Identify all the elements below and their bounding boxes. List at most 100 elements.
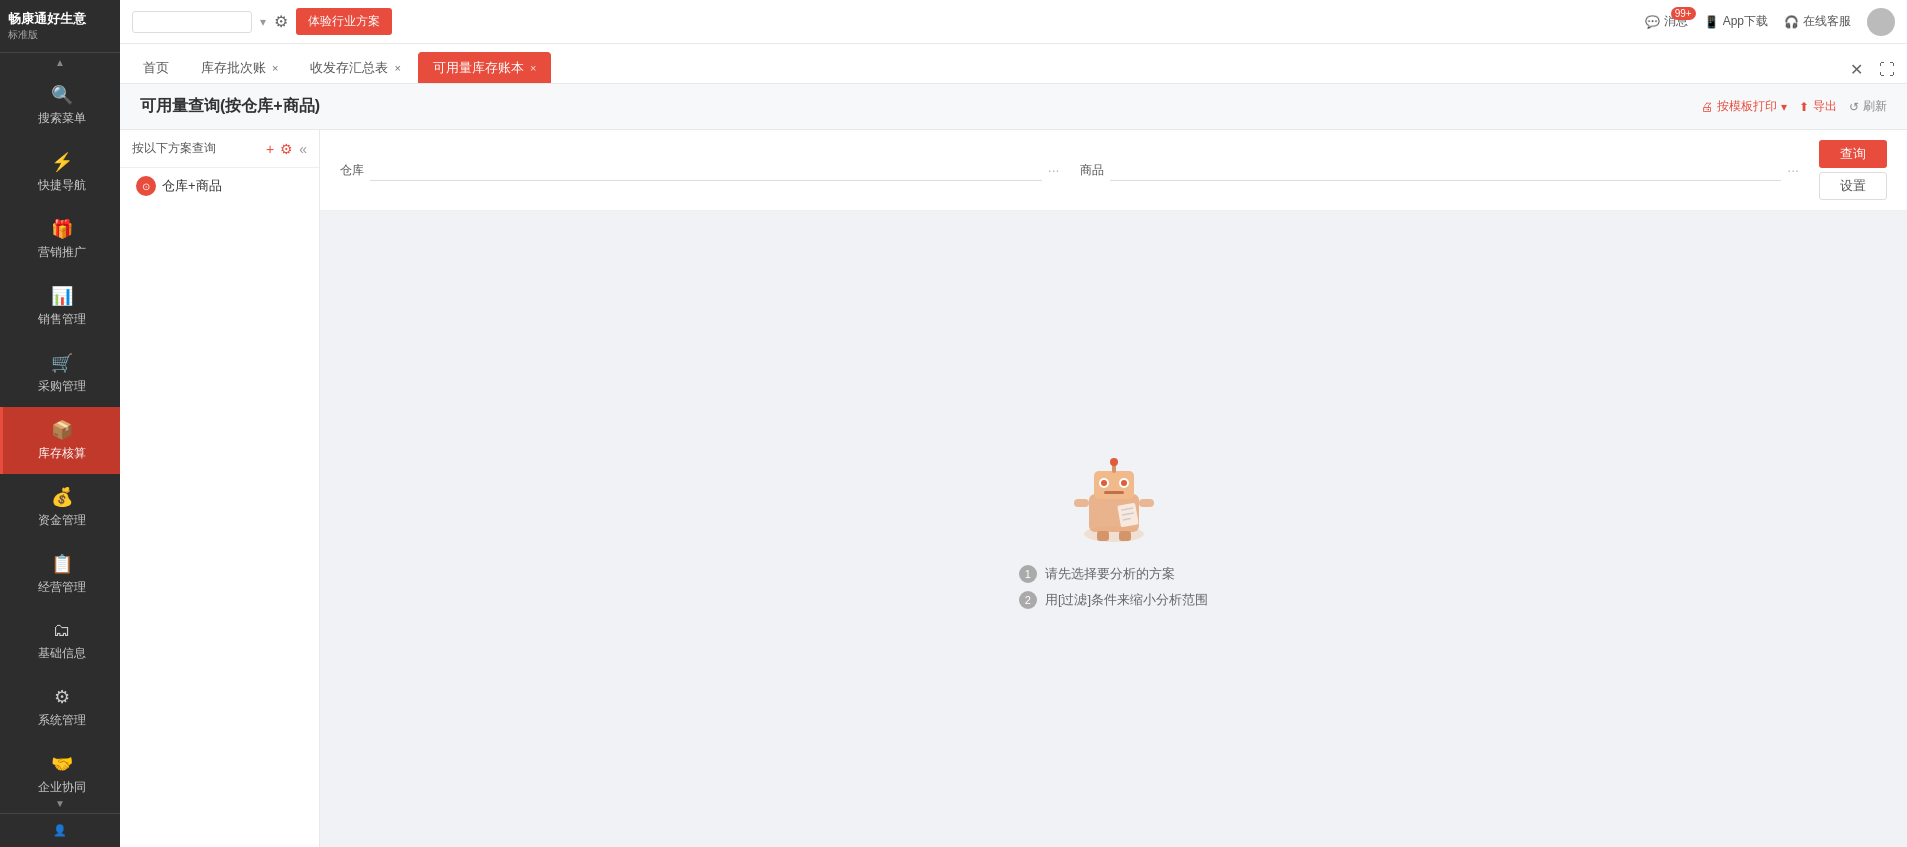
sales-icon: 📊: [51, 285, 73, 307]
empty-illustration: [1064, 449, 1164, 549]
sidebar-user[interactable]: 👤: [0, 813, 120, 847]
tab-close-batch[interactable]: ×: [272, 62, 278, 74]
svg-rect-9: [1139, 499, 1154, 507]
online-service-item[interactable]: 🎧 在线客服: [1784, 13, 1851, 30]
search-input[interactable]: [132, 11, 252, 33]
warehouse-label: 仓库: [340, 162, 364, 179]
sidebar-item-shortcut[interactable]: ⚡ 快捷导航: [0, 139, 120, 206]
sidebar-item-finance[interactable]: 💰 资金管理: [0, 474, 120, 541]
product-input[interactable]: [1110, 160, 1782, 181]
empty-tips: 1 请先选择要分析的方案 2 用[过滤]条件来缩小分析范围: [1019, 565, 1208, 609]
filter-bar: 仓库 ··· 商品 ··· 查询 设置: [320, 130, 1907, 211]
sidebar-item-purchase[interactable]: 🛒 采购管理: [0, 340, 120, 407]
sidebar: 畅康通好生意 标准版 ▲ 🔍 搜索菜单 ⚡ 快捷导航 🎁 营销推广 📊 销售管理…: [0, 0, 120, 847]
scheme-label: 仓库+商品: [162, 177, 222, 195]
svg-rect-12: [1097, 531, 1109, 541]
sidebar-item-operation[interactable]: 📋 经营管理: [0, 541, 120, 608]
sidebar-item-label-system: 系统管理: [38, 712, 86, 729]
topbar-gear-icon[interactable]: ⚙: [274, 12, 288, 31]
tab-label-summary: 收发存汇总表: [310, 59, 388, 77]
product-label: 商品: [1080, 162, 1104, 179]
avatar[interactable]: [1867, 8, 1895, 36]
enterprise-icon: 🤝: [51, 753, 73, 775]
scheme-settings-icon[interactable]: ⚙: [280, 141, 293, 157]
left-panel-title: 按以下方案查询: [132, 140, 216, 157]
topbar-chevron-icon[interactable]: ▾: [260, 15, 266, 29]
add-scheme-icon[interactable]: +: [266, 141, 274, 157]
sidebar-item-search[interactable]: 🔍 搜索菜单: [0, 72, 120, 139]
svg-rect-14: [1117, 503, 1139, 528]
tab-close-available[interactable]: ×: [530, 62, 536, 74]
product-more-btn[interactable]: ···: [1787, 162, 1799, 178]
tab-label-available: 可用量库存账本: [433, 59, 524, 77]
query-btn[interactable]: 查询: [1819, 140, 1887, 168]
scroll-down-arrow[interactable]: ▼: [0, 794, 120, 813]
svg-point-11: [1110, 458, 1118, 466]
sidebar-item-label-basic: 基础信息: [38, 645, 86, 662]
warehouse-more-btn[interactable]: ···: [1048, 162, 1060, 178]
sidebar-logo: 畅康通好生意 标准版: [0, 0, 120, 53]
tab-summary[interactable]: 收发存汇总表 ×: [295, 52, 415, 83]
sidebar-item-label-inventory: 库存核算: [38, 445, 86, 462]
svg-rect-13: [1119, 531, 1131, 541]
empty-state: 1 请先选择要分析的方案 2 用[过滤]条件来缩小分析范围: [320, 211, 1907, 847]
svg-rect-8: [1074, 499, 1089, 507]
sidebar-item-sales[interactable]: 📊 销售管理: [0, 273, 120, 340]
tab-home[interactable]: 首页: [128, 52, 184, 83]
svg-point-6: [1121, 480, 1127, 486]
shortcut-icon: ⚡: [51, 151, 73, 173]
sidebar-item-system[interactable]: ⚙ 系统管理: [0, 674, 120, 741]
phone-icon: 📱: [1704, 15, 1719, 29]
purchase-icon: 🛒: [51, 352, 73, 374]
maximize-window-btn[interactable]: ⛶: [1875, 57, 1899, 83]
sidebar-item-enterprise[interactable]: 🤝 企业协同: [0, 741, 120, 794]
sidebar-item-marketing[interactable]: 🎁 营销推广: [0, 206, 120, 273]
topbar: ▾ ⚙ 体验行业方案 💬 消息 99+ 📱 App下载 🎧 在线客服: [120, 0, 1907, 44]
message-item[interactable]: 💬 消息 99+: [1645, 13, 1688, 30]
tab-batch[interactable]: 库存批次账 ×: [186, 52, 293, 83]
main-area: ▾ ⚙ 体验行业方案 💬 消息 99+ 📱 App下载 🎧 在线客服 首页库存批…: [120, 0, 1907, 847]
close-window-btn[interactable]: ✕: [1846, 56, 1867, 83]
sidebar-item-label-search: 搜索菜单: [38, 110, 86, 127]
tab-label-batch: 库存批次账: [201, 59, 266, 77]
scheme-item[interactable]: ⊙ 仓库+商品: [120, 168, 319, 204]
print-btn[interactable]: 🖨 按模板打印 ▾: [1701, 98, 1787, 115]
page-title: 可用量查询(按仓库+商品): [140, 96, 320, 117]
marketing-icon: 🎁: [51, 218, 73, 240]
scroll-up-arrow[interactable]: ▲: [0, 53, 120, 72]
app-download-label: App下载: [1723, 13, 1768, 30]
refresh-btn[interactable]: ↺ 刷新: [1849, 98, 1887, 115]
tab-available[interactable]: 可用量库存账本 ×: [418, 52, 551, 83]
collapse-panel-icon[interactable]: «: [299, 141, 307, 157]
topbar-right: 💬 消息 99+ 📱 App下载 🎧 在线客服: [1645, 8, 1895, 36]
industry-btn[interactable]: 体验行业方案: [296, 8, 392, 35]
tab-close-summary[interactable]: ×: [394, 62, 400, 74]
sidebar-item-inventory[interactable]: 📦 库存核算: [0, 407, 120, 474]
svg-point-5: [1101, 480, 1107, 486]
export-btn[interactable]: ⬆ 导出: [1799, 98, 1837, 115]
refresh-label: 刷新: [1863, 98, 1887, 115]
filter-settings-btn[interactable]: 设置: [1819, 172, 1887, 200]
app-download-item[interactable]: 📱 App下载: [1704, 13, 1768, 30]
content-area: 按以下方案查询 + ⚙ « ⊙ 仓库+商品 仓库: [120, 130, 1907, 847]
sidebar-item-label-marketing: 营销推广: [38, 244, 86, 261]
page-header-actions: 🖨 按模板打印 ▾ ⬆ 导出 ↺ 刷新: [1701, 98, 1887, 115]
tab-window-btns: ✕ ⛶: [1846, 56, 1899, 83]
tabs-bar: 首页 库存批次账 × 收发存汇总表 × 可用量库存账本 × ✕ ⛶: [120, 44, 1907, 84]
tab-label-home: 首页: [143, 59, 169, 77]
warehouse-input[interactable]: [370, 160, 1042, 181]
online-service-label: 在线客服: [1803, 13, 1851, 30]
tip-text-1: 请先选择要分析的方案: [1045, 565, 1175, 583]
left-panel: 按以下方案查询 + ⚙ « ⊙ 仓库+商品: [120, 130, 320, 847]
svg-rect-7: [1104, 491, 1124, 494]
topbar-search: [132, 11, 252, 33]
message-badge: 99+: [1671, 7, 1696, 20]
right-area: 仓库 ··· 商品 ··· 查询 设置: [320, 130, 1907, 847]
sidebar-item-basic[interactable]: 🗂 基础信息: [0, 608, 120, 674]
app-version: 标准版: [8, 28, 112, 42]
sidebar-item-label-shortcut: 快捷导航: [38, 177, 86, 194]
tip-num-1: 1: [1019, 565, 1037, 583]
search-icon: 🔍: [51, 84, 73, 106]
left-panel-header: 按以下方案查询 + ⚙ «: [120, 130, 319, 168]
sidebar-item-label-operation: 经营管理: [38, 579, 86, 596]
